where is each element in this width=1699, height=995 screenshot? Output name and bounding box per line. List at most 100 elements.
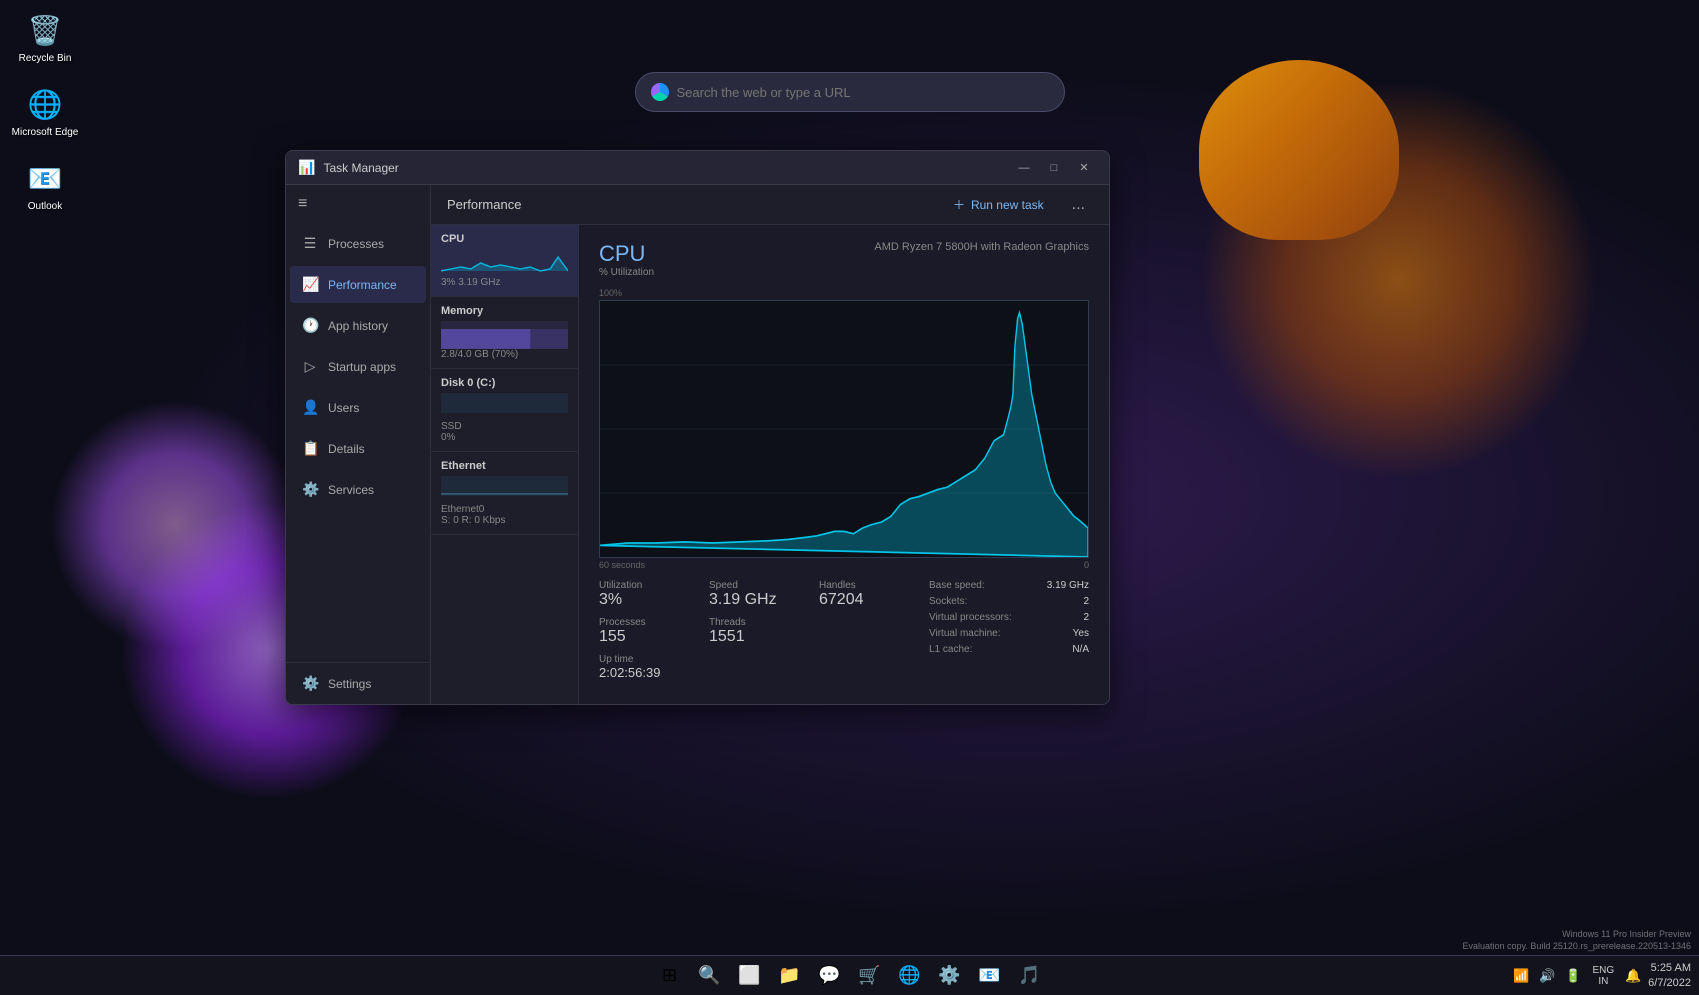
run-new-task-button[interactable]: ＋ Run new task [945, 192, 1052, 217]
device-disk[interactable]: Disk 0 (C:) SSD 0% [431, 369, 578, 452]
time-labels: 60 seconds 0 [599, 560, 1089, 570]
sidebar-item-performance[interactable]: 📈 Performance [290, 266, 426, 303]
sidebar-item-processes-label: Processes [328, 237, 384, 251]
sidebar-item-startup-apps[interactable]: ▷ Startup apps [290, 348, 426, 385]
users-icon: 👤 [302, 399, 318, 416]
device-list: CPU 3% 3.19 GHz Memory [431, 225, 579, 704]
sidebar-item-performance-label: Performance [328, 278, 397, 292]
app-history-icon: 🕐 [302, 317, 318, 334]
l1cache-label: L1 cache: [929, 644, 972, 655]
taskbar-edge[interactable]: 🌐 [892, 958, 928, 994]
device-memory-name: Memory [441, 305, 568, 317]
edge-icon[interactable]: 🌐 Microsoft Edge [10, 84, 80, 138]
cpu-title: CPU [599, 241, 654, 267]
details-icon: 📋 [302, 440, 318, 457]
device-disk-info2: 0% [441, 432, 568, 443]
tm-body: ≡ ☰ Processes 📈 Performance 🕐 App histor… [286, 185, 1109, 704]
lang-indicator[interactable]: ENGIN [1589, 965, 1619, 987]
search-input[interactable] [677, 85, 1049, 100]
stat-processes: Processes 155 [599, 617, 709, 646]
memory-mini-chart [441, 321, 568, 349]
stat-speed-label: Speed [709, 580, 819, 591]
outlook-icon[interactable]: 📧 Outlook [10, 158, 80, 212]
stats-col-speed: Speed 3.19 GHz Threads 1551 [709, 580, 819, 688]
device-ethernet-info2: S: 0 R: 0 Kbps [441, 515, 568, 526]
maximize-button[interactable]: □ [1041, 158, 1067, 178]
device-memory[interactable]: Memory 2.8/4.0 GB (70%) [431, 297, 578, 369]
sidebar-item-processes[interactable]: ☰ Processes [290, 225, 426, 262]
title-bar-left: 📊 Task Manager [298, 159, 399, 176]
cpu-detail-panel: CPU % Utilization AMD Ryzen 7 5800H with… [579, 225, 1109, 704]
run-task-label: Run new task [971, 198, 1044, 212]
start-button[interactable]: ⊞ [652, 958, 688, 994]
ethernet-mini-chart [441, 476, 568, 504]
sidebar-item-app-history[interactable]: 🕐 App history [290, 307, 426, 344]
processes-icon: ☰ [302, 235, 318, 252]
taskbar-right: 📶 🔊 🔋 ENGIN 🔔 5:25 AM 6/7/2022 [1511, 961, 1692, 990]
clock-time: 5:25 AM [1648, 961, 1691, 975]
taskbar-search[interactable]: 🔍 [692, 958, 728, 994]
content-header: Performance ＋ Run new task ... [431, 185, 1109, 225]
stat-proc-label: Processes [599, 617, 709, 628]
device-ethernet[interactable]: Ethernet Ethernet0 S: 0 R: 0 Kbps [431, 452, 578, 535]
more-options-button[interactable]: ... [1064, 192, 1093, 218]
recycle-bin-image: 🗑️ [25, 10, 65, 50]
vmachine-value: Yes [1073, 628, 1089, 639]
device-cpu-name: CPU [441, 233, 568, 245]
edge-search-icon [651, 83, 669, 101]
vmachine-label: Virtual machine: [929, 628, 1001, 639]
time-label-left: 60 seconds [599, 560, 645, 570]
edge-image: 🌐 [25, 84, 65, 124]
uptime-label: Up time [599, 654, 709, 665]
cpu-util-label: % Utilization [599, 267, 654, 278]
performance-icon: 📈 [302, 276, 318, 293]
uptime-value: 2:02:56:39 [599, 665, 709, 680]
sidebar-item-users[interactable]: 👤 Users [290, 389, 426, 426]
bg-object [1199, 60, 1399, 240]
vproc-value: 2 [1083, 612, 1089, 623]
performance-layout: CPU 3% 3.19 GHz Memory [431, 225, 1109, 704]
taskbar-music[interactable]: 🎵 [1012, 958, 1048, 994]
cpu-graph [599, 300, 1089, 558]
bg-decoration-2 [50, 400, 300, 650]
header-actions: ＋ Run new task ... [945, 192, 1093, 218]
sidebar-item-services-label: Services [328, 483, 374, 497]
taskbar-settings[interactable]: ⚙️ [932, 958, 968, 994]
taskbar-file-explorer[interactable]: 📁 [772, 958, 808, 994]
sidebar-item-settings-label: Settings [328, 677, 371, 691]
stat-speed: Speed 3.19 GHz [709, 580, 819, 609]
sidebar-item-settings[interactable]: ⚙️ Settings [290, 665, 426, 702]
startup-icon: ▷ [302, 358, 318, 375]
battery-icon[interactable]: 🔋 [1563, 965, 1585, 987]
recycle-bin-icon[interactable]: 🗑️ Recycle Bin [10, 10, 80, 64]
device-cpu[interactable]: CPU 3% 3.19 GHz [431, 225, 578, 297]
stat-row-sockets: Sockets: 2 [929, 596, 1089, 607]
minimize-button[interactable]: — [1011, 158, 1037, 178]
stats-col-right: Base speed: 3.19 GHz Sockets: 2 Virtual … [929, 580, 1089, 688]
content-title: Performance [447, 197, 521, 212]
notification-icon[interactable]: 🔔 [1622, 965, 1644, 987]
recycle-bin-label: Recycle Bin [19, 53, 72, 64]
network-icon[interactable]: 📶 [1511, 965, 1533, 987]
stat-proc-value: 155 [599, 628, 709, 646]
taskbar-clock[interactable]: 5:25 AM 6/7/2022 [1648, 961, 1691, 990]
taskbar-teams[interactable]: 💬 [812, 958, 848, 994]
title-bar: 📊 Task Manager — □ ✕ [286, 151, 1109, 185]
sidebar-menu-button[interactable]: ≡ [286, 185, 430, 223]
close-button[interactable]: ✕ [1071, 158, 1097, 178]
taskbar-taskview[interactable]: ⬜ [732, 958, 768, 994]
device-memory-info: 2.8/4.0 GB (70%) [441, 349, 568, 360]
taskbar-store[interactable]: 🛒 [852, 958, 888, 994]
sidebar-item-details[interactable]: 📋 Details [290, 430, 426, 467]
sidebar-item-services[interactable]: ⚙️ Services [290, 471, 426, 508]
build-line1: Windows 11 Pro Insider Preview [1463, 928, 1692, 941]
sound-icon[interactable]: 🔊 [1537, 965, 1559, 987]
cpu-title-block: CPU % Utilization [599, 241, 654, 284]
stats-col-utilization: Utilization 3% Processes 155 Up time 2:0… [599, 580, 709, 688]
task-manager-window-icon: 📊 [298, 159, 315, 176]
taskbar-mail[interactable]: 📧 [972, 958, 1008, 994]
build-line2: Evaluation copy. Build 25120.rs_prerelea… [1463, 940, 1692, 953]
search-bar[interactable] [635, 72, 1065, 112]
stat-uptime: Up time 2:02:56:39 [599, 654, 709, 680]
stat-row-l1cache: L1 cache: N/A [929, 644, 1089, 655]
